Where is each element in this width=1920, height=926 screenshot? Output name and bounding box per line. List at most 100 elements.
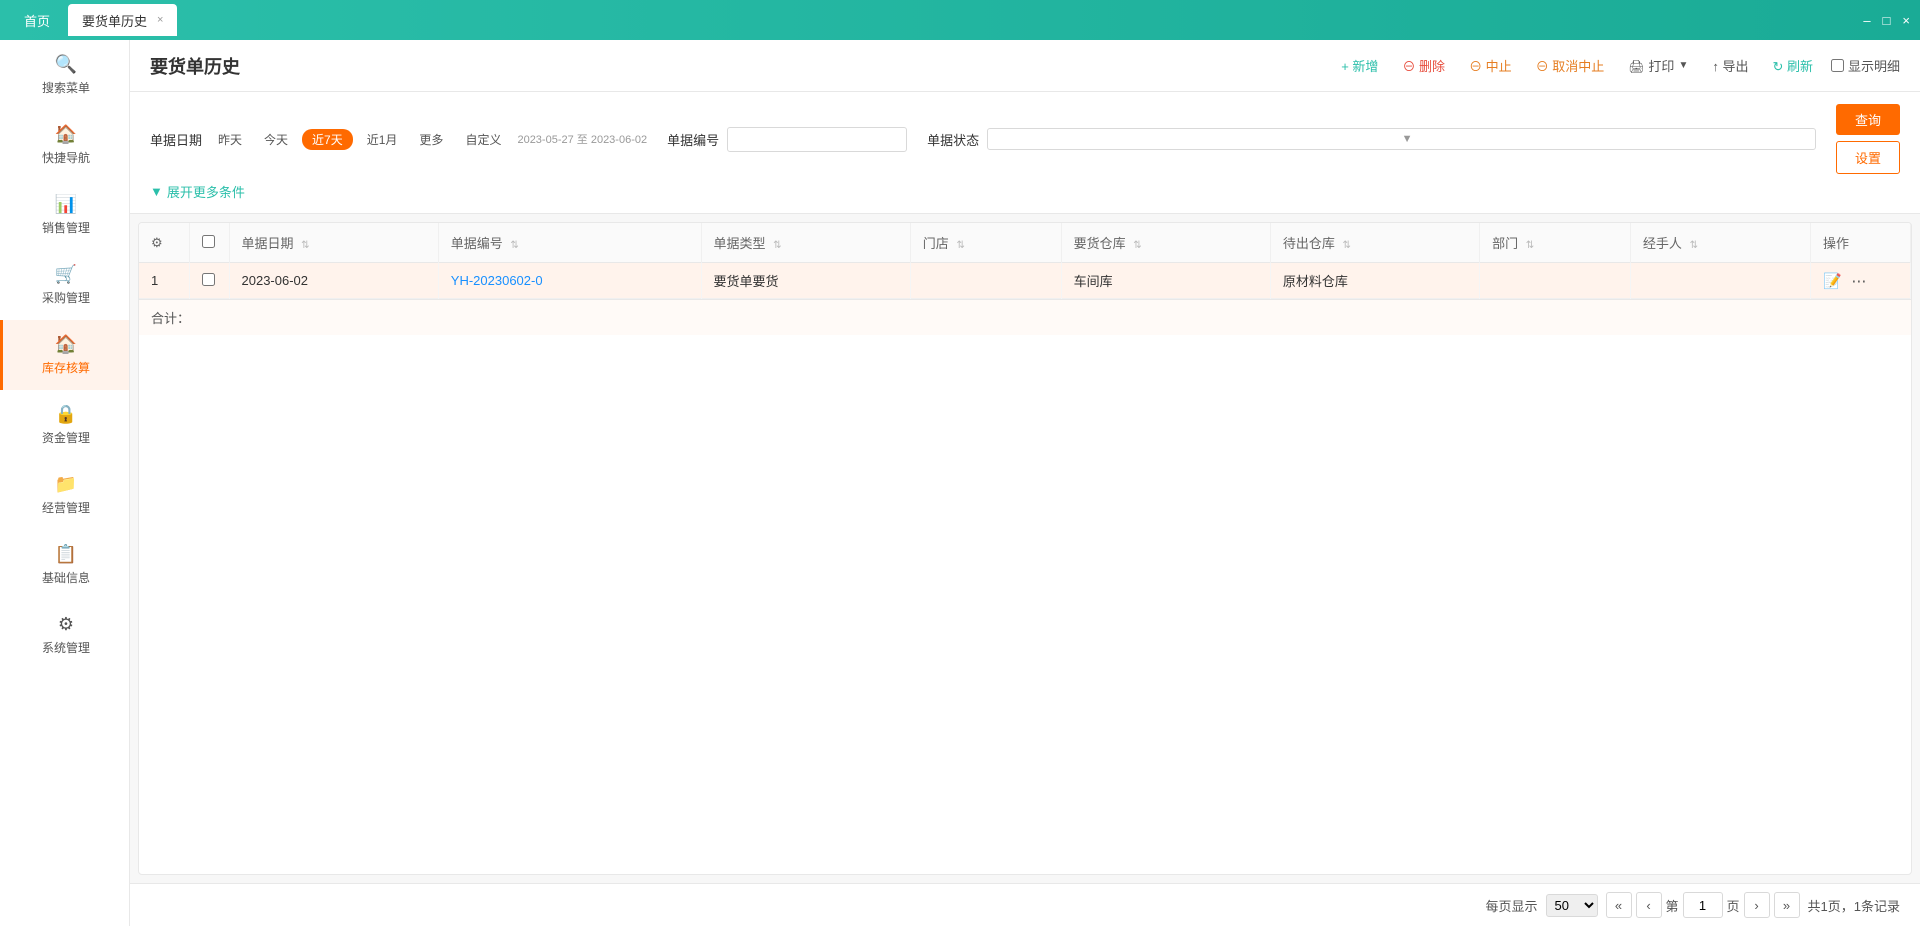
stop-button[interactable]: ⊖ 中止	[1463, 52, 1518, 79]
th-department-label: 部门	[1492, 236, 1518, 251]
th-department[interactable]: 部门 ⇅	[1480, 223, 1631, 263]
next-page-button[interactable]: ›	[1744, 892, 1770, 918]
print-button-label: 🖨 打印	[1628, 56, 1674, 75]
refresh-button-label: ↻ 刷新	[1772, 56, 1813, 75]
cell-handler-1	[1630, 263, 1810, 299]
th-shop[interactable]: 门店 ⇅	[910, 223, 1061, 263]
table-area: ⚙ 单据日期 ⇅ 单据编号 ⇅	[138, 222, 1912, 875]
cell-shop-1	[910, 263, 1061, 299]
print-button[interactable]: 🖨 打印 ▼	[1622, 52, 1694, 79]
th-doc-no[interactable]: 单据编号 ⇅	[438, 223, 701, 263]
prev-page-button[interactable]: ‹	[1636, 892, 1662, 918]
doc-no-filter-group: 单据编号	[667, 127, 907, 152]
stop-button-label: ⊖ 中止	[1469, 56, 1512, 75]
sidebar-item-sys-mgmt[interactable]: ⚙ 系统管理	[0, 600, 129, 670]
th-pending-warehouse[interactable]: 待出仓库 ⇅	[1270, 223, 1479, 263]
row-checkbox-1[interactable]	[202, 273, 215, 286]
filter-actions: 查询 设置	[1836, 104, 1900, 174]
cell-date-1: 2023-06-02	[229, 263, 438, 299]
window-controls: – □ ×	[1863, 13, 1910, 28]
tab-home[interactable]: 首页	[10, 4, 64, 36]
date-btn-7days[interactable]: 近7天	[302, 129, 353, 150]
refresh-button[interactable]: ↻ 刷新	[1766, 52, 1819, 79]
first-page-button[interactable]: «	[1606, 892, 1632, 918]
minimize-button[interactable]: –	[1863, 13, 1870, 28]
maximize-button[interactable]: □	[1883, 13, 1891, 28]
expand-more-btn[interactable]: ▼ 展开更多条件	[150, 182, 1900, 201]
th-shop-sort-icon: ⇅	[956, 240, 964, 251]
sidebar-item-sales-mgmt[interactable]: 📊 销售管理	[0, 180, 129, 250]
sidebar-item-inventory[interactable]: 🏠 库存核算	[0, 320, 129, 390]
close-button[interactable]: ×	[1902, 13, 1910, 28]
print-dropdown-icon[interactable]: ▼	[1678, 60, 1688, 71]
home-tab-label: 首页	[24, 11, 50, 30]
date-btn-today[interactable]: 今天	[256, 129, 296, 150]
th-doc-type-sort-icon: ⇅	[773, 240, 781, 251]
top-bar: 首页 要货单历史 × – □ ×	[0, 0, 1920, 40]
sys-mgmt-icon: ⚙	[58, 614, 74, 635]
new-button[interactable]: + 新增	[1335, 52, 1384, 79]
filter-row: 单据日期 昨天 今天 近7天 近1月 更多 自定义 2023-05-27 至 2…	[150, 104, 1900, 174]
date-btn-1month[interactable]: 近1月	[359, 129, 406, 150]
date-btn-yesterday[interactable]: 昨天	[210, 129, 250, 150]
cell-pending-warehouse-1: 原材料仓库	[1270, 263, 1479, 299]
table-settings-icon[interactable]: ⚙	[151, 235, 163, 250]
date-range-display: 2023-05-27 至 2023-06-02	[517, 131, 647, 147]
page-label-suffix: 页	[1727, 896, 1740, 915]
status-dropdown-icon: ▼	[1402, 133, 1807, 145]
query-button[interactable]: 查询	[1836, 104, 1900, 135]
search-menu-icon: 🔍	[55, 54, 77, 75]
sidebar-item-finance-mgmt-label: 资金管理	[42, 429, 90, 446]
sidebar-item-search-menu[interactable]: 🔍 搜索菜单	[0, 40, 129, 110]
display-detail-toggle[interactable]: 显示明细	[1831, 56, 1900, 75]
cell-department-1	[1480, 263, 1631, 299]
page-size-select[interactable]: 20 50 100	[1546, 894, 1598, 917]
th-operation: 操作	[1811, 223, 1911, 263]
yh-history-tab-label: 要货单历史	[82, 11, 147, 30]
export-button[interactable]: ↑ 导出	[1706, 52, 1754, 79]
sidebar-item-purchase-mgmt[interactable]: 🛒 采购管理	[0, 250, 129, 320]
sidebar-item-sales-mgmt-label: 销售管理	[42, 219, 90, 236]
row-index-1: 1	[151, 273, 158, 288]
doc-no-input[interactable]	[727, 127, 907, 152]
page-label-prefix: 第	[1666, 896, 1679, 915]
sidebar-item-quick-nav[interactable]: 🏠 快捷导航	[0, 110, 129, 180]
tab-yh-history[interactable]: 要货单历史 ×	[68, 4, 177, 36]
cancel-stop-button[interactable]: ⊖ 取消中止	[1530, 52, 1611, 79]
th-date[interactable]: 单据日期 ⇅	[229, 223, 438, 263]
data-table: ⚙ 单据日期 ⇅ 单据编号 ⇅	[139, 223, 1911, 299]
status-filter-group: 单据状态 ▼	[927, 128, 1816, 150]
th-req-warehouse-sort-icon: ⇅	[1133, 240, 1141, 251]
th-pending-warehouse-label: 待出仓库	[1283, 236, 1335, 251]
tab-bar: 首页 要货单历史 ×	[10, 4, 1863, 36]
status-select[interactable]: ▼	[987, 128, 1816, 150]
th-handler[interactable]: 经手人 ⇅	[1630, 223, 1810, 263]
th-doc-type-label: 单据类型	[714, 236, 766, 251]
th-req-warehouse[interactable]: 要货仓库 ⇅	[1061, 223, 1270, 263]
th-doc-type[interactable]: 单据类型 ⇅	[701, 223, 910, 263]
last-page-button[interactable]: »	[1774, 892, 1800, 918]
sidebar-item-ops-mgmt[interactable]: 📁 经营管理	[0, 460, 129, 530]
date-btn-custom[interactable]: 自定义	[457, 129, 509, 150]
doc-no-filter-label: 单据编号	[667, 130, 719, 149]
row-edit-icon-1[interactable]: 📝	[1823, 273, 1842, 290]
delete-button[interactable]: ⊖ 删除	[1396, 52, 1451, 79]
doc-no-link-1[interactable]: YH-20230602-0	[451, 273, 543, 288]
tab-close-icon[interactable]: ×	[157, 14, 163, 26]
sidebar-item-ops-mgmt-label: 经营管理	[42, 499, 90, 516]
delete-button-label: ⊖ 删除	[1402, 56, 1445, 75]
cell-doc-no-1: YH-20230602-0	[438, 263, 701, 299]
sidebar-item-finance-mgmt[interactable]: 🔒 资金管理	[0, 390, 129, 460]
row-more-icon-1[interactable]: ⋯	[1851, 273, 1866, 290]
th-handler-sort-icon: ⇅	[1690, 240, 1698, 251]
date-btn-more[interactable]: 更多	[411, 129, 451, 150]
pagination-bar: 每页显示 20 50 100 « ‹ 第 页 › » 共1页，1条记录	[130, 883, 1920, 926]
filter-settings-button[interactable]: 设置	[1836, 141, 1900, 174]
sidebar-item-search-menu-label: 搜索菜单	[42, 79, 90, 96]
select-all-checkbox[interactable]	[202, 235, 215, 248]
status-filter-label: 单据状态	[927, 130, 979, 149]
sidebar-item-basic-info[interactable]: 📋 基础信息	[0, 530, 129, 600]
page-input[interactable]	[1683, 892, 1723, 918]
th-req-warehouse-label: 要货仓库	[1074, 236, 1126, 251]
display-detail-checkbox[interactable]	[1831, 59, 1844, 72]
